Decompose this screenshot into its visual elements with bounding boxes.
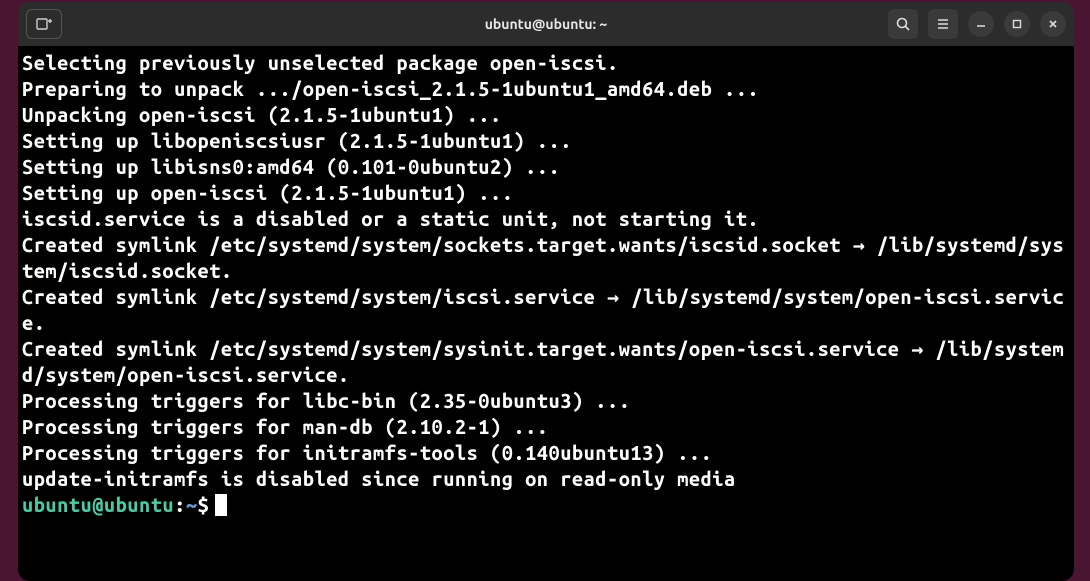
terminal-output-line: Processing triggers for initramfs-tools … bbox=[22, 440, 1070, 466]
close-icon bbox=[1047, 18, 1059, 30]
terminal-output-line: Setting up open-iscsi (2.1.5-1ubuntu1) .… bbox=[22, 180, 1070, 206]
hamburger-icon bbox=[935, 16, 951, 32]
terminal-output-line: Created symlink /etc/systemd/system/iscs… bbox=[22, 284, 1070, 336]
terminal-body[interactable]: Selecting previously unselected package … bbox=[18, 46, 1074, 581]
menu-button[interactable] bbox=[928, 9, 958, 39]
prompt-line[interactable]: ubuntu@ubuntu:~$ bbox=[22, 492, 1070, 518]
new-tab-button[interactable] bbox=[26, 9, 62, 39]
terminal-window: ubuntu@ubuntu: ~ bbox=[18, 2, 1074, 581]
window-title: ubuntu@ubuntu: ~ bbox=[485, 16, 608, 32]
terminal-output-line: update-initramfs is disabled since runni… bbox=[22, 466, 1070, 492]
prompt-dollar: $ bbox=[198, 492, 210, 518]
maximize-button[interactable] bbox=[1004, 11, 1030, 37]
minimize-icon bbox=[975, 18, 987, 30]
search-button[interactable] bbox=[888, 9, 918, 39]
close-button[interactable] bbox=[1040, 11, 1066, 37]
prompt-path: ~ bbox=[186, 492, 198, 518]
titlebar-right bbox=[888, 9, 1066, 39]
prompt-colon: : bbox=[174, 492, 186, 518]
terminal-output-line: Unpacking open-iscsi (2.1.5-1ubuntu1) ..… bbox=[22, 102, 1070, 128]
terminal-output-line: Created symlink /etc/systemd/system/sysi… bbox=[22, 336, 1070, 388]
terminal-output-line: iscsid.service is a disabled or a static… bbox=[22, 206, 1070, 232]
terminal-output-line: Setting up libisns0:amd64 (0.101-0ubuntu… bbox=[22, 154, 1070, 180]
titlebar-left bbox=[26, 9, 62, 39]
terminal-output-line: Selecting previously unselected package … bbox=[22, 50, 1070, 76]
terminal-output-line: Processing triggers for libc-bin (2.35-0… bbox=[22, 388, 1070, 414]
terminal-output-line: Processing triggers for man-db (2.10.2-1… bbox=[22, 414, 1070, 440]
titlebar: ubuntu@ubuntu: ~ bbox=[18, 2, 1074, 46]
cursor bbox=[215, 494, 227, 516]
minimize-button[interactable] bbox=[968, 11, 994, 37]
new-tab-icon bbox=[35, 15, 53, 33]
prompt-user-host: ubuntu@ubuntu bbox=[22, 492, 174, 518]
terminal-output-line: Preparing to unpack .../open-iscsi_2.1.5… bbox=[22, 76, 1070, 102]
terminal-output-line: Created symlink /etc/systemd/system/sock… bbox=[22, 232, 1070, 284]
search-icon bbox=[895, 16, 911, 32]
maximize-icon bbox=[1011, 18, 1023, 30]
terminal-output-line: Setting up libopeniscsiusr (2.1.5-1ubunt… bbox=[22, 128, 1070, 154]
